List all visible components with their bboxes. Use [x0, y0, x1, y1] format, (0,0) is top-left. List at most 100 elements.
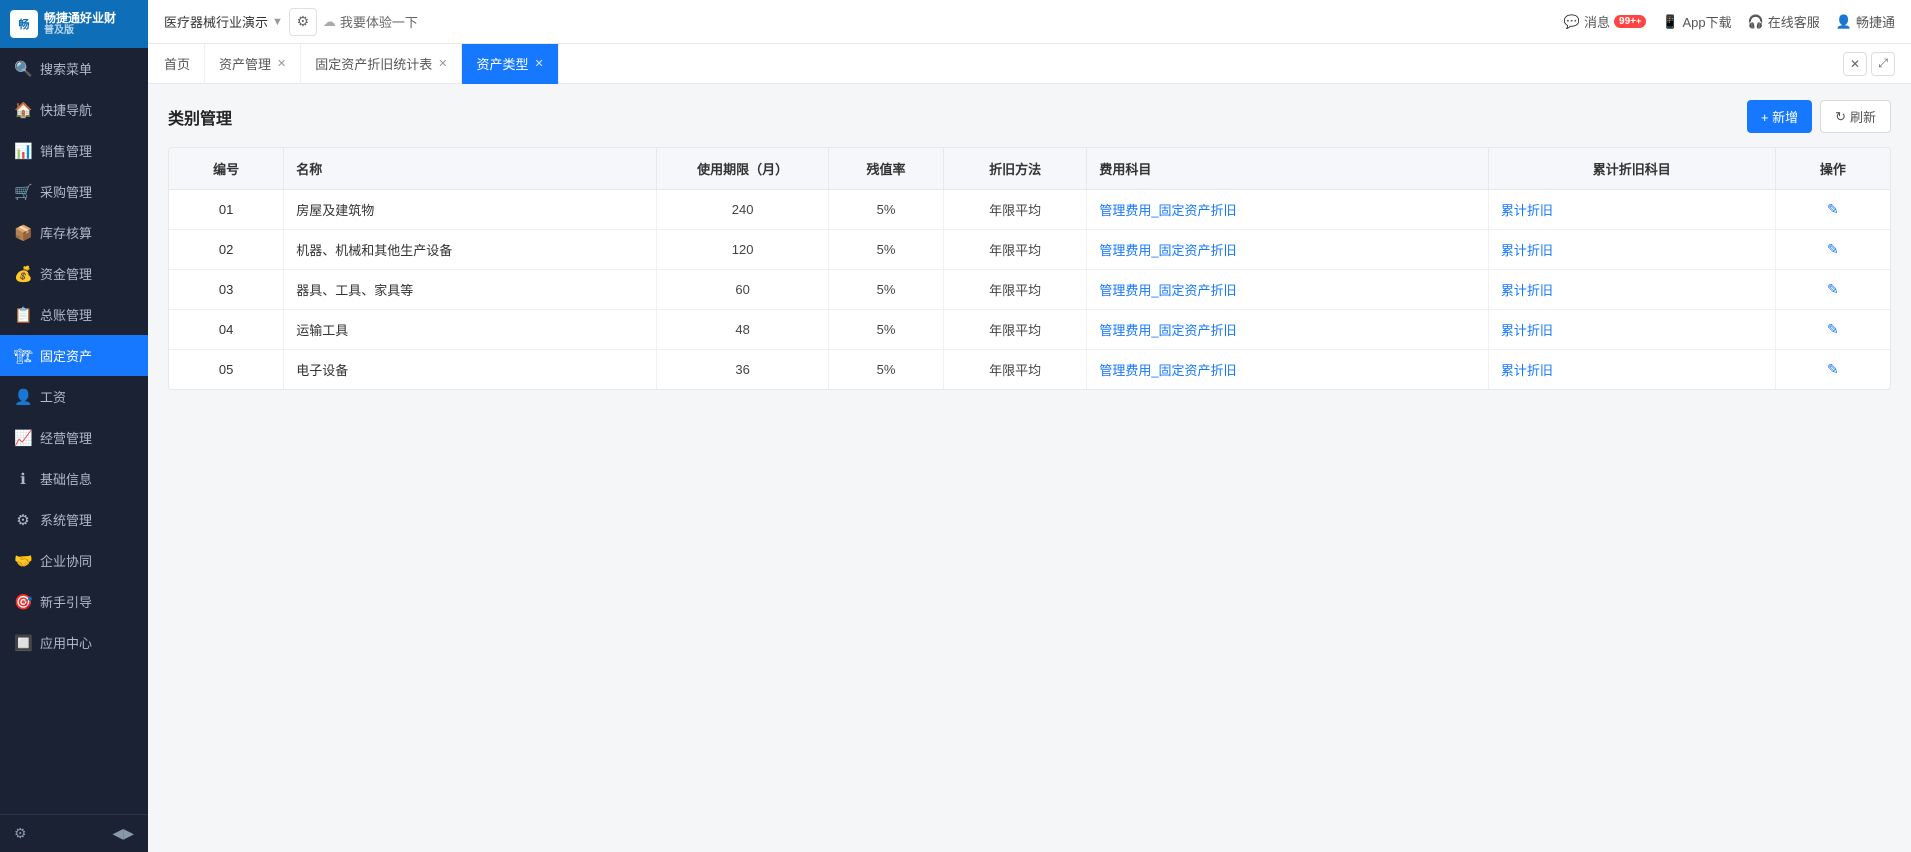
col-header-name: 名称 — [284, 148, 657, 190]
sidebar-item-inventory[interactable]: 📦 库存核算 — [0, 212, 148, 253]
tab-asset-mgmt-close[interactable]: ✕ — [277, 57, 286, 70]
tab-home-label: 首页 — [164, 54, 190, 73]
guide-icon: 🎯 — [14, 593, 32, 611]
message-button[interactable]: 💬 消息 99++ — [1564, 12, 1646, 31]
customer-service-button[interactable]: 🎧 在线客服 — [1748, 12, 1820, 31]
table-row: 03 器具、工具、家具等 60 5% 年限平均 管理费用_固定资产折旧 累计折旧… — [169, 270, 1890, 310]
cell-action[interactable]: ✎ — [1775, 310, 1890, 350]
app-subtitle: 普及版 — [44, 25, 116, 37]
app-center-icon: 🔲 — [14, 634, 32, 652]
sidebar-item-operations[interactable]: 📈 经营管理 — [0, 417, 148, 458]
app-download-label: App下载 — [1682, 12, 1731, 31]
sidebar-item-ledger[interactable]: 📋 总账管理 — [0, 294, 148, 335]
cell-action[interactable]: ✎ — [1775, 350, 1890, 390]
sidebar-label-purchase: 采购管理 — [40, 182, 92, 201]
table: 编号 名称 使用期限（月） 残值率 折旧方法 费用科目 累计折旧科目 操作 01… — [169, 148, 1890, 389]
app-download-button[interactable]: 📱 App下载 — [1662, 12, 1731, 31]
search-icon: 🔍 — [14, 60, 32, 78]
tab-asset-mgmt-label: 资产管理 — [219, 54, 271, 73]
header-actions: + 新增 ↻ 刷新 — [1747, 100, 1891, 133]
sidebar-item-basic-info[interactable]: ℹ 基础信息 — [0, 458, 148, 499]
experience-button[interactable]: ☁ 我要体验一下 — [323, 12, 418, 31]
sidebar-item-payroll[interactable]: 👤 工资 — [0, 376, 148, 417]
cell-period: 240 — [657, 190, 829, 230]
user-icon: 👤 — [1836, 14, 1852, 30]
sales-icon: 📊 — [14, 142, 32, 160]
cloud-icon: ☁ — [323, 14, 336, 30]
sidebar-label-guide: 新手引导 — [40, 592, 92, 611]
cell-name: 机器、机械和其他生产设备 — [284, 230, 657, 270]
sidebar-item-enterprise[interactable]: 🤝 企业协同 — [0, 540, 148, 581]
tab-expand-button[interactable]: ⤢ — [1871, 52, 1895, 76]
settings-button[interactable]: ⚙ — [289, 8, 317, 36]
industry-selector[interactable]: 医疗器械行业演示 ▼ — [164, 12, 283, 31]
cell-id: 01 — [169, 190, 284, 230]
sidebar-item-guide[interactable]: 🎯 新手引导 — [0, 581, 148, 622]
cell-method: 年限平均 — [943, 230, 1086, 270]
col-header-id: 编号 — [169, 148, 284, 190]
sidebar-footer: ⚙ ◀▶ — [0, 814, 148, 852]
collapse-footer-icon[interactable]: ◀▶ — [112, 825, 134, 842]
sidebar-item-system[interactable]: ⚙ 系统管理 — [0, 499, 148, 540]
sidebar-label-basic-info: 基础信息 — [40, 469, 92, 488]
topbar: 医疗器械行业演示 ▼ ⚙ ☁ 我要体验一下 💬 消息 99++ 📱 App下载 — [148, 0, 1911, 44]
cell-name: 运输工具 — [284, 310, 657, 350]
tab-asset-mgmt[interactable]: 资产管理 ✕ — [205, 44, 301, 84]
tab-close-window-button[interactable]: ✕ — [1843, 52, 1867, 76]
sidebar-label-ledger: 总账管理 — [40, 305, 92, 324]
cell-residual: 5% — [829, 190, 944, 230]
cell-id: 05 — [169, 350, 284, 390]
tabbar-actions: ✕ ⤢ — [1843, 52, 1895, 76]
app-title-block: 畅捷通好业财 普及版 — [44, 11, 116, 37]
tab-asset-type-close[interactable]: ✕ — [535, 57, 544, 70]
tab-depreciation-close[interactable]: ✕ — [438, 57, 447, 70]
cell-method: 年限平均 — [943, 310, 1086, 350]
cell-name: 房屋及建筑物 — [284, 190, 657, 230]
cell-expense: 管理费用_固定资产折旧 — [1087, 270, 1489, 310]
tab-home[interactable]: 首页 — [164, 44, 205, 84]
cell-residual: 5% — [829, 270, 944, 310]
sidebar-item-finance[interactable]: 💰 资金管理 — [0, 253, 148, 294]
sidebar-item-sales[interactable]: 📊 销售管理 — [0, 130, 148, 171]
new-button[interactable]: + 新增 — [1747, 100, 1812, 133]
user-menu[interactable]: 👤 畅捷通 — [1836, 12, 1895, 31]
cell-action[interactable]: ✎ — [1775, 270, 1890, 310]
cell-period: 36 — [657, 350, 829, 390]
cell-action[interactable]: ✎ — [1775, 230, 1890, 270]
headset-icon: 🎧 — [1748, 14, 1764, 30]
refresh-button[interactable]: ↻ 刷新 — [1820, 100, 1891, 133]
settings-footer-icon[interactable]: ⚙ — [14, 825, 27, 842]
sidebar-item-app-center[interactable]: 🔲 应用中心 — [0, 622, 148, 663]
cell-expense: 管理费用_固定资产折旧 — [1087, 190, 1489, 230]
content-area: 类别管理 + 新增 ↻ 刷新 编号 名称 使用期限（月） 残值率 折旧方法 — [148, 84, 1911, 852]
industry-label: 医疗器械行业演示 — [164, 12, 268, 31]
cell-residual: 5% — [829, 310, 944, 350]
cell-name: 器具、工具、家具等 — [284, 270, 657, 310]
col-header-accumulated: 累计折旧科目 — [1488, 148, 1775, 190]
refresh-icon: ↻ — [1835, 109, 1846, 125]
cell-accumulated: 累计折旧 — [1488, 230, 1775, 270]
enterprise-icon: 🤝 — [14, 552, 32, 570]
table-body: 01 房屋及建筑物 240 5% 年限平均 管理费用_固定资产折旧 累计折旧 ✎… — [169, 190, 1890, 390]
sidebar-item-quick-nav[interactable]: 🏠 快捷导航 — [0, 89, 148, 130]
sidebar-item-search[interactable]: 🔍 搜索菜单 — [0, 48, 148, 89]
sidebar-item-purchase[interactable]: 🛒 采购管理 — [0, 171, 148, 212]
tab-depreciation-label: 固定资产折旧统计表 — [315, 54, 432, 73]
cell-period: 120 — [657, 230, 829, 270]
cell-accumulated: 累计折旧 — [1488, 190, 1775, 230]
message-icon: 💬 — [1564, 14, 1580, 30]
tab-depreciation[interactable]: 固定资产折旧统计表 ✕ — [301, 44, 462, 84]
col-header-period: 使用期限（月） — [657, 148, 829, 190]
sidebar-item-fixed-assets[interactable]: 🏗 固定资产 — [0, 335, 148, 376]
category-table: 编号 名称 使用期限（月） 残值率 折旧方法 费用科目 累计折旧科目 操作 01… — [168, 147, 1891, 390]
operations-icon: 📈 — [14, 429, 32, 447]
cell-action[interactable]: ✎ — [1775, 190, 1890, 230]
table-row: 02 机器、机械和其他生产设备 120 5% 年限平均 管理费用_固定资产折旧 … — [169, 230, 1890, 270]
home-icon: 🏠 — [14, 101, 32, 119]
sidebar-label-enterprise: 企业协同 — [40, 551, 92, 570]
cell-method: 年限平均 — [943, 190, 1086, 230]
message-label: 消息 — [1584, 12, 1610, 31]
phone-icon: 📱 — [1662, 14, 1678, 30]
tab-asset-type[interactable]: 资产类型 ✕ — [462, 44, 558, 84]
main-area: 医疗器械行业演示 ▼ ⚙ ☁ 我要体验一下 💬 消息 99++ 📱 App下载 — [148, 0, 1911, 852]
